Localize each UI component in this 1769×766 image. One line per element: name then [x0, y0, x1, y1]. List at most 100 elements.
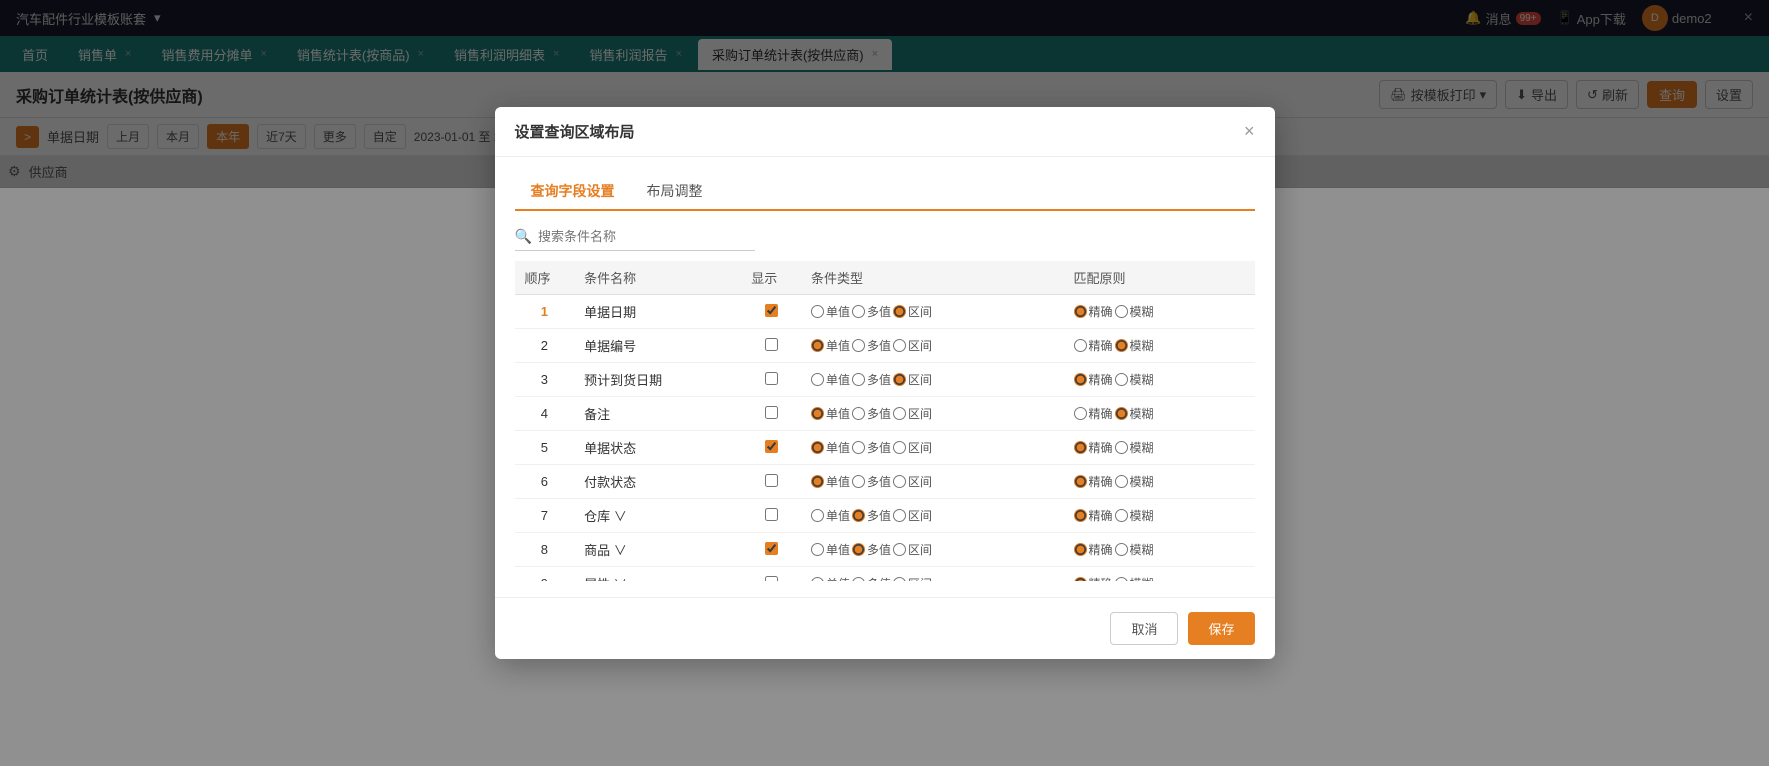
- type-radio-multi[interactable]: 多值: [852, 405, 891, 422]
- type-radio-multi[interactable]: 多值: [852, 507, 891, 524]
- match-radio-exact[interactable]: 精确: [1074, 337, 1113, 354]
- cell-display[interactable]: [741, 295, 801, 329]
- search-input[interactable]: [532, 227, 755, 246]
- display-checkbox[interactable]: [765, 576, 778, 582]
- type-radio-range[interactable]: 区间: [893, 303, 932, 320]
- radio-match-exact[interactable]: [1074, 543, 1087, 556]
- match-radio-exact[interactable]: 精确: [1074, 405, 1113, 422]
- type-radio-range[interactable]: 区间: [893, 473, 932, 490]
- match-radio-fuzzy[interactable]: 模糊: [1115, 439, 1154, 456]
- radio-multi[interactable]: [852, 543, 865, 556]
- type-radio-multi[interactable]: 多值: [852, 541, 891, 558]
- cell-match[interactable]: 精确模糊: [1064, 363, 1255, 397]
- match-radio-fuzzy[interactable]: 模糊: [1115, 371, 1154, 388]
- cell-display[interactable]: [741, 533, 801, 567]
- display-checkbox[interactable]: [765, 372, 778, 385]
- type-radio-multi[interactable]: 多值: [852, 473, 891, 490]
- radio-match-exact[interactable]: [1074, 509, 1087, 522]
- radio-match-fuzzy[interactable]: [1115, 305, 1128, 318]
- type-radio-range[interactable]: 区间: [893, 507, 932, 524]
- radio-single[interactable]: [811, 339, 824, 352]
- type-radio-single[interactable]: 单值: [811, 575, 850, 581]
- radio-multi[interactable]: [852, 441, 865, 454]
- radio-single[interactable]: [811, 475, 824, 488]
- type-radio-single[interactable]: 单值: [811, 405, 850, 422]
- match-radio-exact[interactable]: 精确: [1074, 507, 1113, 524]
- cell-type[interactable]: 单值多值区间: [801, 533, 1064, 567]
- match-radio-exact[interactable]: 精确: [1074, 575, 1113, 581]
- cell-match[interactable]: 精确模糊: [1064, 533, 1255, 567]
- table-scroll[interactable]: 顺序 条件名称 显示 条件类型 匹配原则 1单据日期单值多值区间精确模糊2单据编…: [515, 261, 1255, 581]
- radio-range[interactable]: [893, 577, 906, 581]
- type-radio-single[interactable]: 单值: [811, 541, 850, 558]
- match-radio-fuzzy[interactable]: 模糊: [1115, 337, 1154, 354]
- radio-match-fuzzy[interactable]: [1115, 509, 1128, 522]
- cell-display[interactable]: [741, 431, 801, 465]
- radio-multi[interactable]: [852, 407, 865, 420]
- cell-match[interactable]: 精确模糊: [1064, 329, 1255, 363]
- type-radio-single[interactable]: 单值: [811, 439, 850, 456]
- match-radio-exact[interactable]: 精确: [1074, 303, 1113, 320]
- type-radio-multi[interactable]: 多值: [852, 337, 891, 354]
- dialog-close-button[interactable]: ×: [1244, 121, 1255, 142]
- type-radio-multi[interactable]: 多值: [852, 439, 891, 456]
- radio-match-exact[interactable]: [1074, 577, 1087, 581]
- radio-multi[interactable]: [852, 509, 865, 522]
- cell-type[interactable]: 单值多值区间: [801, 329, 1064, 363]
- radio-single[interactable]: [811, 373, 824, 386]
- radio-match-fuzzy[interactable]: [1115, 339, 1128, 352]
- cell-type[interactable]: 单值多值区间: [801, 363, 1064, 397]
- type-radio-range[interactable]: 区间: [893, 405, 932, 422]
- cell-match[interactable]: 精确模糊: [1064, 465, 1255, 499]
- match-radio-fuzzy[interactable]: 模糊: [1115, 303, 1154, 320]
- radio-range[interactable]: [893, 441, 906, 454]
- radio-multi[interactable]: [852, 577, 865, 581]
- cell-type[interactable]: 单值多值区间: [801, 431, 1064, 465]
- radio-single[interactable]: [811, 407, 824, 420]
- match-radio-exact[interactable]: 精确: [1074, 473, 1113, 490]
- radio-range[interactable]: [893, 305, 906, 318]
- radio-single[interactable]: [811, 509, 824, 522]
- tab-layout-adjust[interactable]: 布局调整: [631, 173, 719, 211]
- radio-match-exact[interactable]: [1074, 407, 1087, 420]
- match-radio-fuzzy[interactable]: 模糊: [1115, 507, 1154, 524]
- cell-match[interactable]: 精确模糊: [1064, 567, 1255, 582]
- type-radio-range[interactable]: 区间: [893, 541, 932, 558]
- type-radio-range[interactable]: 区间: [893, 337, 932, 354]
- radio-multi[interactable]: [852, 305, 865, 318]
- display-checkbox[interactable]: [765, 304, 778, 317]
- radio-match-fuzzy[interactable]: [1115, 441, 1128, 454]
- display-checkbox[interactable]: [765, 542, 778, 555]
- radio-range[interactable]: [893, 509, 906, 522]
- radio-single[interactable]: [811, 543, 824, 556]
- cell-display[interactable]: [741, 465, 801, 499]
- radio-match-fuzzy[interactable]: [1115, 407, 1128, 420]
- radio-range[interactable]: [893, 373, 906, 386]
- radio-match-fuzzy[interactable]: [1115, 543, 1128, 556]
- match-radio-exact[interactable]: 精确: [1074, 439, 1113, 456]
- type-radio-single[interactable]: 单值: [811, 371, 850, 388]
- cell-match[interactable]: 精确模糊: [1064, 499, 1255, 533]
- tab-query-fields[interactable]: 查询字段设置: [515, 173, 631, 211]
- type-radio-single[interactable]: 单值: [811, 473, 850, 490]
- radio-match-exact[interactable]: [1074, 475, 1087, 488]
- cell-match[interactable]: 精确模糊: [1064, 397, 1255, 431]
- cell-display[interactable]: [741, 567, 801, 582]
- match-radio-exact[interactable]: 精确: [1074, 371, 1113, 388]
- radio-range[interactable]: [893, 475, 906, 488]
- radio-match-fuzzy[interactable]: [1115, 475, 1128, 488]
- type-radio-single[interactable]: 单值: [811, 303, 850, 320]
- cancel-button[interactable]: 取消: [1110, 612, 1178, 645]
- cell-display[interactable]: [741, 329, 801, 363]
- type-radio-range[interactable]: 区间: [893, 575, 932, 581]
- cell-display[interactable]: [741, 499, 801, 533]
- type-radio-range[interactable]: 区间: [893, 439, 932, 456]
- type-radio-single[interactable]: 单值: [811, 337, 850, 354]
- match-radio-fuzzy[interactable]: 模糊: [1115, 405, 1154, 422]
- display-checkbox[interactable]: [765, 440, 778, 453]
- cell-display[interactable]: [741, 397, 801, 431]
- cell-type[interactable]: 单值多值区间: [801, 465, 1064, 499]
- display-checkbox[interactable]: [765, 474, 778, 487]
- radio-single[interactable]: [811, 441, 824, 454]
- match-radio-fuzzy[interactable]: 模糊: [1115, 541, 1154, 558]
